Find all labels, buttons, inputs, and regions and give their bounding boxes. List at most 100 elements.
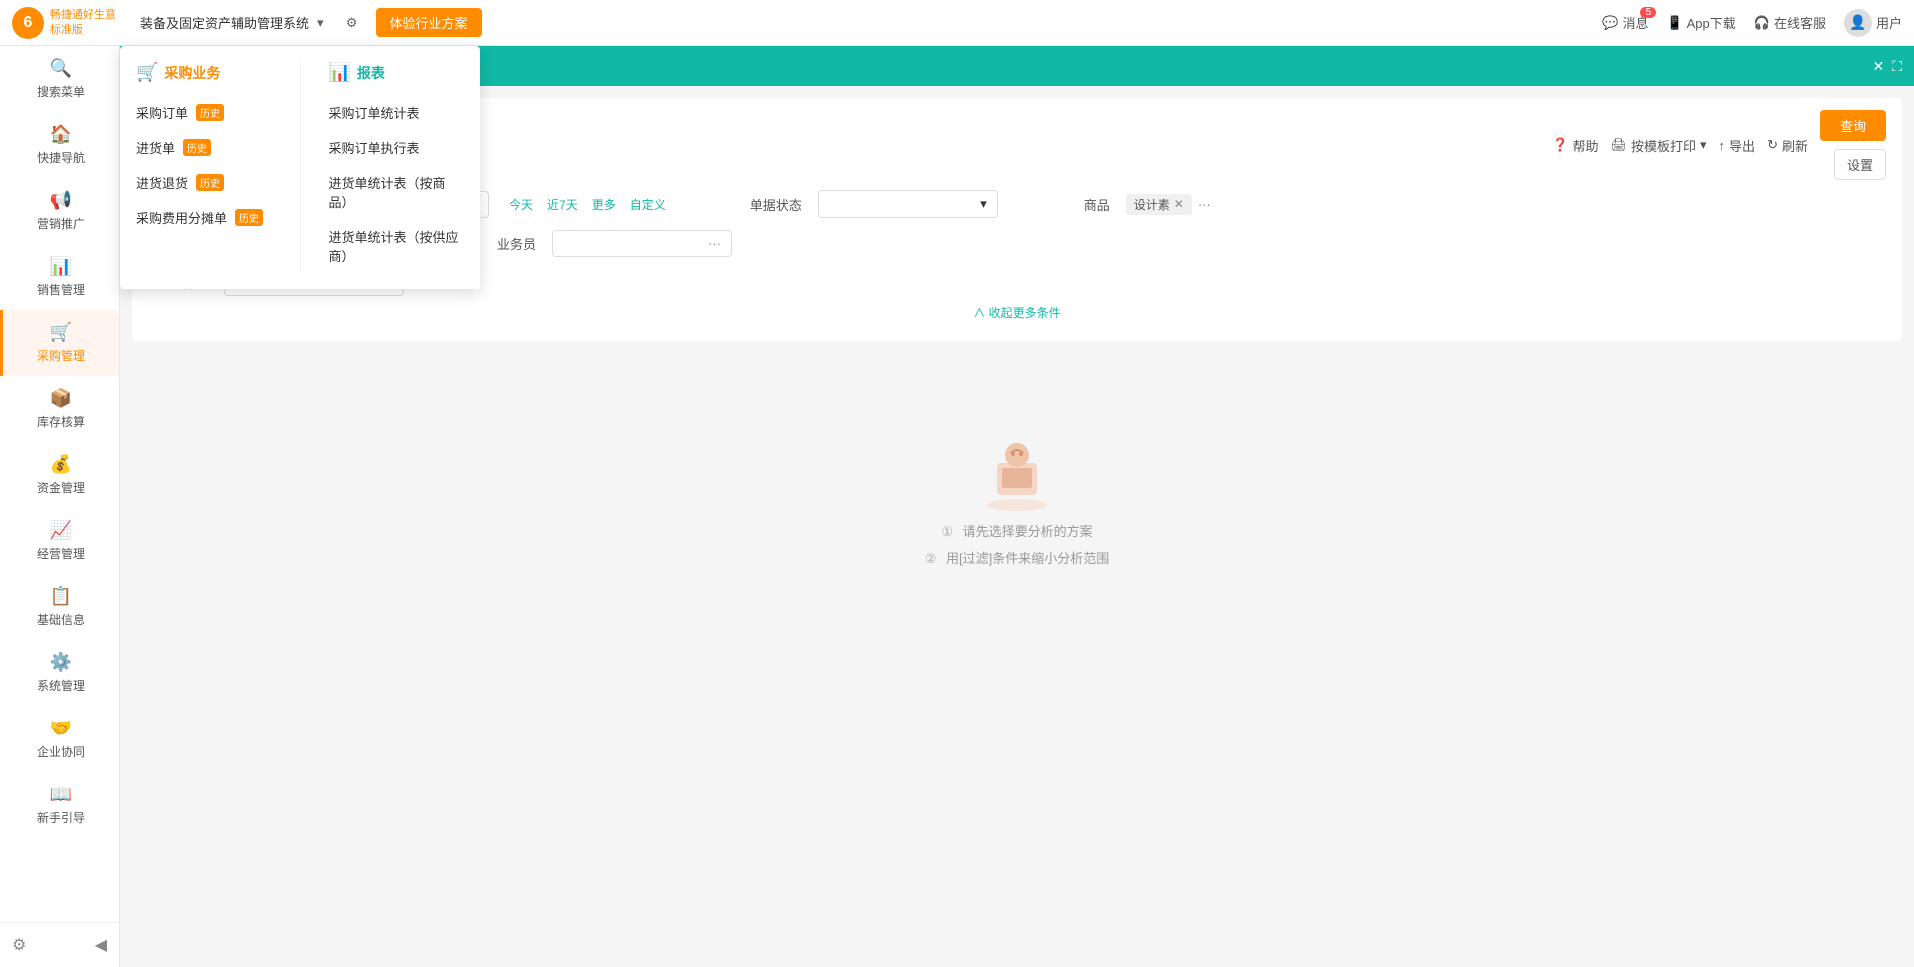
marketing-icon: 📢 xyxy=(50,190,72,211)
sidebar-item-operations[interactable]: 📈 经营管理 xyxy=(0,508,119,574)
app-download-btn[interactable]: 📱 App下载 xyxy=(1666,13,1735,32)
industry-btn[interactable]: 体验行业方案 xyxy=(376,8,482,37)
purchase-report-col: 📊 报表 采购订单统计表 采购订单执行表 进货单统计表（按商品） 进货单统计表（… xyxy=(329,62,465,273)
sidebar-item-finance[interactable]: 💰 资金管理 xyxy=(0,442,119,508)
business-col-icon: 🛒 xyxy=(136,62,158,83)
message-btn[interactable]: 💬 消息 5 xyxy=(1602,13,1648,32)
purchase-menu: 🛒 采购业务 采购订单 历史 进货单 历史 进货退货 历史 采购费用分摊单 历史… xyxy=(120,46,480,289)
sales-icon: 📊 xyxy=(50,256,72,277)
top-right: 💬 消息 5 📱 App下载 🎧 在线客服 👤 用户 xyxy=(1602,9,1902,37)
purchase-icon: 🛒 xyxy=(50,322,72,343)
headset-icon: 🎧 xyxy=(1754,15,1770,31)
empty-state: ① 请先选择要分析的方案 ② 用[过滤]条件来缩小分析范围 xyxy=(132,353,1902,647)
logo-area: 6 畅捷通好生意 标准版 xyxy=(12,7,132,39)
empty-illustration xyxy=(967,433,1067,513)
system-title: 装备及固定资产辅助管理系统 ▾ ⚙ xyxy=(140,9,366,37)
operations-icon: 📈 xyxy=(50,520,72,541)
menu-item-order-exec[interactable]: 采购订单执行表 xyxy=(329,130,465,165)
refresh-btn[interactable]: ↻ 刷新 xyxy=(1767,136,1808,155)
doc-status-select[interactable]: ▾ xyxy=(818,190,998,218)
sidebar-item-search[interactable]: 🔍 搜索菜单 xyxy=(0,46,119,112)
history-badge-1: 历史 xyxy=(183,139,211,156)
export-icon: ↑ xyxy=(1719,138,1726,153)
home-icon: 🏠 xyxy=(50,124,72,145)
mobile-icon: 📱 xyxy=(1666,15,1682,31)
menu-separator xyxy=(300,62,301,273)
inventory-icon: 📦 xyxy=(50,388,72,409)
query-btn[interactable]: 查询 xyxy=(1820,110,1886,141)
collapse-sidebar-icon[interactable]: ◀ xyxy=(95,935,107,955)
search-icon: 🔍 xyxy=(50,58,72,79)
sidebar: 🔍 搜索菜单 🏠 快捷导航 📢 营销推广 📊 销售管理 🛒 采购管理 📦 库存核… xyxy=(0,46,120,967)
top-bar: 6 畅捷通好生意 标准版 装备及固定资产辅助管理系统 ▾ ⚙ 体验行业方案 💬 … xyxy=(0,0,1914,46)
salesperson-label: 业务员 xyxy=(476,234,536,253)
history-badge-0: 历史 xyxy=(196,104,224,121)
quick-today[interactable]: 今天 xyxy=(505,194,537,215)
help-icon: ❓ xyxy=(1552,137,1568,153)
menu-item-order-stats[interactable]: 采购订单统计表 xyxy=(329,95,465,130)
goods-filter: 设计素 ✕ ··· xyxy=(1126,194,1211,215)
sidebar-item-sales[interactable]: 📊 销售管理 xyxy=(0,244,119,310)
settings-icon[interactable]: ⚙ xyxy=(338,9,366,37)
report-col-title: 📊 报表 xyxy=(329,62,465,83)
chevron-down-icon: ▾ xyxy=(980,196,987,212)
sidebar-item-guide[interactable]: 📖 新手引导 xyxy=(0,772,119,838)
finance-icon: 💰 xyxy=(50,454,72,475)
sidebar-item-enterprise[interactable]: 🤝 企业协同 xyxy=(0,706,119,772)
menu-item-return[interactable]: 进货退货 历史 xyxy=(136,165,272,200)
goods-more-icon[interactable]: ··· xyxy=(1198,197,1211,212)
basic-info-icon: 📋 xyxy=(50,586,72,607)
goods-tag: 设计素 ✕ xyxy=(1126,194,1192,215)
avatar: 👤 xyxy=(1844,9,1872,37)
tab-close-action[interactable]: ✕ xyxy=(1872,58,1884,75)
sidebar-item-system[interactable]: ⚙️ 系统管理 xyxy=(0,640,119,706)
goods-tag-close[interactable]: ✕ xyxy=(1174,197,1184,211)
business-col-title: 🛒 采购业务 xyxy=(136,62,272,83)
history-badge-2: 历史 xyxy=(196,174,224,191)
system-icon: ⚙️ xyxy=(50,652,72,673)
quick-7days[interactable]: 近7天 xyxy=(543,194,582,215)
print-btn[interactable]: 🖨 按模板打印 ▾ xyxy=(1610,136,1706,155)
sidebar-item-purchase[interactable]: 🛒 采购管理 xyxy=(0,310,119,376)
settings-filter-btn[interactable]: 设置 xyxy=(1834,149,1886,180)
export-btn[interactable]: ↑ 导出 xyxy=(1719,136,1756,155)
enterprise-icon: 🤝 xyxy=(50,718,72,739)
print-dropdown-icon: ▾ xyxy=(1700,137,1707,153)
settings-bottom-icon[interactable]: ⚙ xyxy=(12,935,26,955)
history-badge-3: 历史 xyxy=(235,209,263,226)
salesperson-select[interactable]: ··· xyxy=(552,230,732,257)
sidebar-bottom: ⚙ ◀ xyxy=(0,922,119,967)
system-dropdown-btn[interactable]: ▾ xyxy=(317,15,324,31)
menu-item-receipt[interactable]: 进货单 历史 xyxy=(136,130,272,165)
quick-custom[interactable]: 自定义 xyxy=(626,194,670,215)
refresh-icon: ↻ xyxy=(1767,137,1778,153)
collapse-icon: ∧ xyxy=(973,306,985,320)
salesperson-more-icon[interactable]: ··· xyxy=(708,236,721,251)
online-service-btn[interactable]: 🎧 在线客服 xyxy=(1754,13,1826,32)
doc-status-label: 单据状态 xyxy=(742,195,802,214)
menu-item-receipt-stats-goods[interactable]: 进货单统计表（按商品） xyxy=(329,165,465,219)
collapse-bar[interactable]: ∧ 收起更多条件 xyxy=(148,296,1886,329)
sidebar-item-inventory[interactable]: 📦 库存核算 xyxy=(0,376,119,442)
menu-item-purchase-order[interactable]: 采购订单 历史 xyxy=(136,95,272,130)
help-btn[interactable]: ❓ 帮助 xyxy=(1552,136,1598,155)
menu-item-expense[interactable]: 采购费用分摊单 历史 xyxy=(136,200,272,235)
guide-icon: 📖 xyxy=(50,784,72,805)
logo-icon: 6 xyxy=(12,7,44,39)
message-icon: 💬 xyxy=(1602,15,1618,31)
quick-more[interactable]: 更多 xyxy=(588,194,620,215)
tab-bar-actions: ✕ ⛶ xyxy=(1872,58,1914,75)
sidebar-item-marketing[interactable]: 📢 营销推广 xyxy=(0,178,119,244)
empty-tip2: ② 用[过滤]条件来缩小分析范围 xyxy=(925,548,1110,567)
quick-dates: 今天 近7天 更多 自定义 xyxy=(505,194,670,215)
empty-tip1: ① 请先选择要分析的方案 xyxy=(941,521,1092,540)
report-col-icon: 📊 xyxy=(329,62,351,83)
sidebar-item-nav[interactable]: 🏠 快捷导航 xyxy=(0,112,119,178)
menu-item-receipt-stats-supplier[interactable]: 进货单统计表（按供应商） xyxy=(329,219,465,273)
tab-expand-action[interactable]: ⛶ xyxy=(1892,58,1902,75)
user-btn[interactable]: 👤 用户 xyxy=(1844,9,1902,37)
logo-text: 畅捷通好生意 标准版 xyxy=(50,8,116,37)
sidebar-item-basic-info[interactable]: 📋 基础信息 xyxy=(0,574,119,640)
goods-label: 商品 xyxy=(1050,195,1110,214)
purchase-business-col: 🛒 采购业务 采购订单 历史 进货单 历史 进货退货 历史 采购费用分摊单 历史 xyxy=(136,62,272,273)
